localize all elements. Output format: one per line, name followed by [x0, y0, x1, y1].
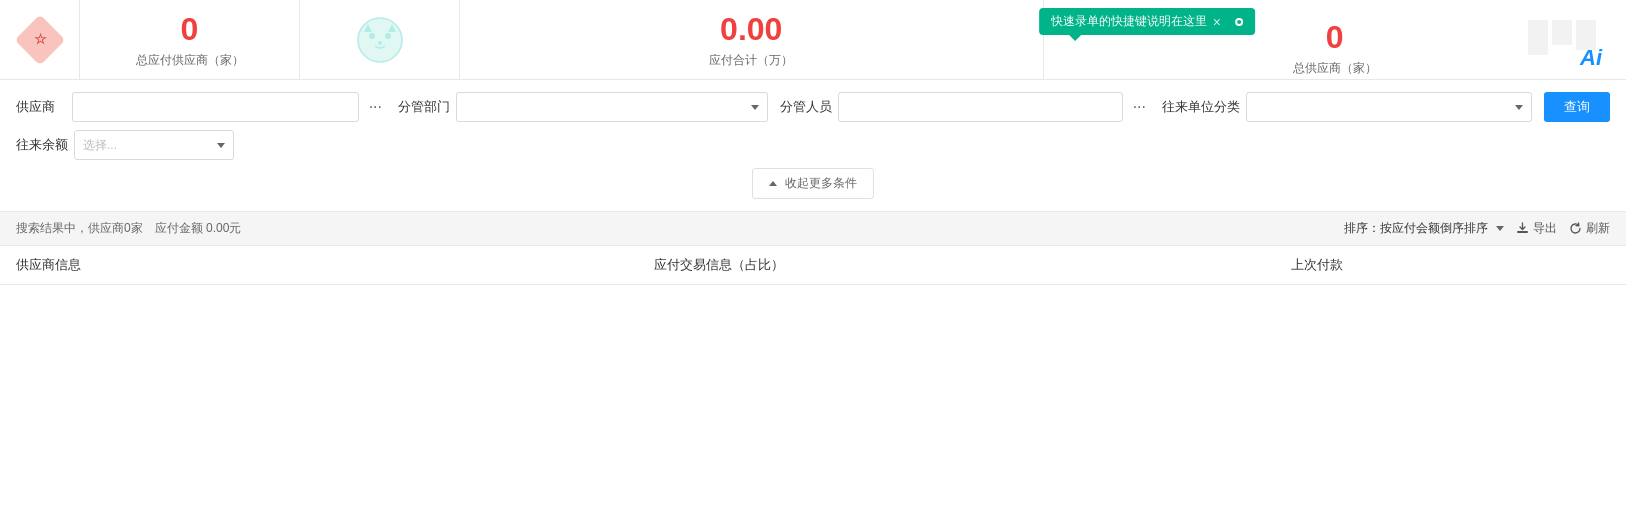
unit-class-select[interactable]: [1246, 92, 1532, 122]
balance-label: 往来余额: [16, 136, 68, 154]
supplier-label: 供应商: [16, 98, 66, 116]
brand-icon-section: ☆: [0, 0, 80, 79]
filter-row-1: 供应商 ··· 分管部门 分管人员 ··· 往来单位分类 查询: [16, 92, 1610, 122]
results-suppliers: 搜索结果中，供应商0家: [16, 220, 143, 237]
balance-placeholder: 选择...: [83, 137, 117, 154]
balance-filter: 往来余额 选择...: [16, 130, 296, 160]
export-btn[interactable]: 导出: [1516, 220, 1557, 237]
export-label: 导出: [1533, 220, 1557, 237]
total-suppliers-count: 0: [1326, 18, 1344, 56]
unit-class-label: 往来单位分类: [1162, 98, 1240, 116]
filter-section: 供应商 ··· 分管部门 分管人员 ··· 往来单位分类 查询: [0, 80, 1626, 212]
filter-row-2: 往来余额 选择...: [16, 130, 1610, 160]
tooltip-dot: [1235, 18, 1243, 26]
refresh-btn[interactable]: 刷新: [1569, 220, 1610, 237]
person-filter: 分管人员 ···: [780, 92, 1150, 122]
payable-total-amount: 0.00: [720, 10, 782, 48]
unit-class-filter: 往来单位分类: [1162, 92, 1532, 122]
tooltip-bubble: 快速录单的快捷键说明在这里 ×: [1039, 8, 1255, 35]
department-label: 分管部门: [398, 98, 450, 116]
person-more-btn[interactable]: ···: [1129, 98, 1150, 116]
col-last-payment-header: 上次付款: [1291, 256, 1610, 274]
svg-point-2: [358, 18, 402, 62]
svg-point-5: [378, 41, 382, 45]
sort-chevron-icon: [1496, 226, 1504, 231]
unit-class-chevron-icon: [1515, 105, 1523, 110]
sort-dropdown[interactable]: 排序：按应付会额倒序排序: [1344, 220, 1504, 237]
refresh-label: 刷新: [1586, 220, 1610, 237]
results-bar: 搜索结果中，供应商0家 应付金额 0.00元 排序：按应付会额倒序排序 导出 刷…: [0, 212, 1626, 246]
chevron-up-icon: [769, 181, 777, 186]
total-payable-suppliers-count: 0: [181, 10, 199, 48]
results-summary: 搜索结果中，供应商0家 应付金额 0.00元: [16, 220, 241, 237]
supplier-input[interactable]: [72, 92, 359, 122]
svg-text:☆: ☆: [33, 31, 46, 47]
collapse-row: 收起更多条件: [16, 168, 1610, 199]
table-header: 供应商信息 应付交易信息（占比） 上次付款: [0, 246, 1626, 285]
department-chevron-icon: [751, 105, 759, 110]
mascot-section: [300, 0, 460, 79]
tooltip-text: 快速录单的快捷键说明在这里: [1051, 13, 1207, 30]
total-suppliers-label: 总供应商（家）: [1293, 60, 1377, 77]
total-payable-suppliers-label: 总应付供应商（家）: [136, 52, 244, 69]
query-button[interactable]: 查询: [1544, 92, 1610, 122]
payable-total-stat: 0.00 应付合计（万）: [460, 0, 1044, 79]
results-amount: 应付金额 0.00元: [155, 220, 242, 237]
results-actions: 排序：按应付会额倒序排序 导出 刷新: [1344, 220, 1610, 237]
collapse-btn[interactable]: 收起更多条件: [752, 168, 874, 199]
sort-label: 排序：按应付会额倒序排序: [1344, 220, 1488, 237]
supplier-more-btn[interactable]: ···: [365, 98, 386, 116]
person-input[interactable]: [838, 92, 1123, 122]
tooltip-close-btn[interactable]: ×: [1213, 14, 1221, 30]
ai-label: Ai: [1580, 45, 1602, 71]
balance-select[interactable]: 选择...: [74, 130, 234, 160]
balance-chevron-icon: [217, 143, 225, 148]
table-body: [0, 285, 1626, 515]
payable-total-label: 应付合计（万）: [709, 52, 793, 69]
stats-bar: ☆ 0 总应付供应商（家） 0.00 应付合计（万） 快速录单的快捷键说: [0, 0, 1626, 80]
person-label: 分管人员: [780, 98, 832, 116]
svg-point-4: [385, 33, 391, 39]
refresh-icon: [1569, 222, 1582, 235]
svg-rect-8: [1517, 231, 1528, 233]
export-icon: [1516, 222, 1529, 235]
mascot-icon: [350, 10, 410, 70]
svg-point-3: [369, 33, 375, 39]
col-transaction-header: 应付交易信息（占比）: [654, 256, 1292, 274]
diamond-icon: ☆: [14, 14, 66, 66]
collapse-label: 收起更多条件: [785, 175, 857, 192]
supplier-filter: 供应商 ···: [16, 92, 386, 122]
total-payable-suppliers-stat: 0 总应付供应商（家）: [80, 0, 300, 79]
department-filter: 分管部门: [398, 92, 768, 122]
total-suppliers-stat: 快速录单的快捷键说明在这里 × 0 总供应商（家） Ai: [1044, 0, 1627, 79]
col-supplier-header: 供应商信息: [16, 256, 654, 274]
department-select[interactable]: [456, 92, 768, 122]
